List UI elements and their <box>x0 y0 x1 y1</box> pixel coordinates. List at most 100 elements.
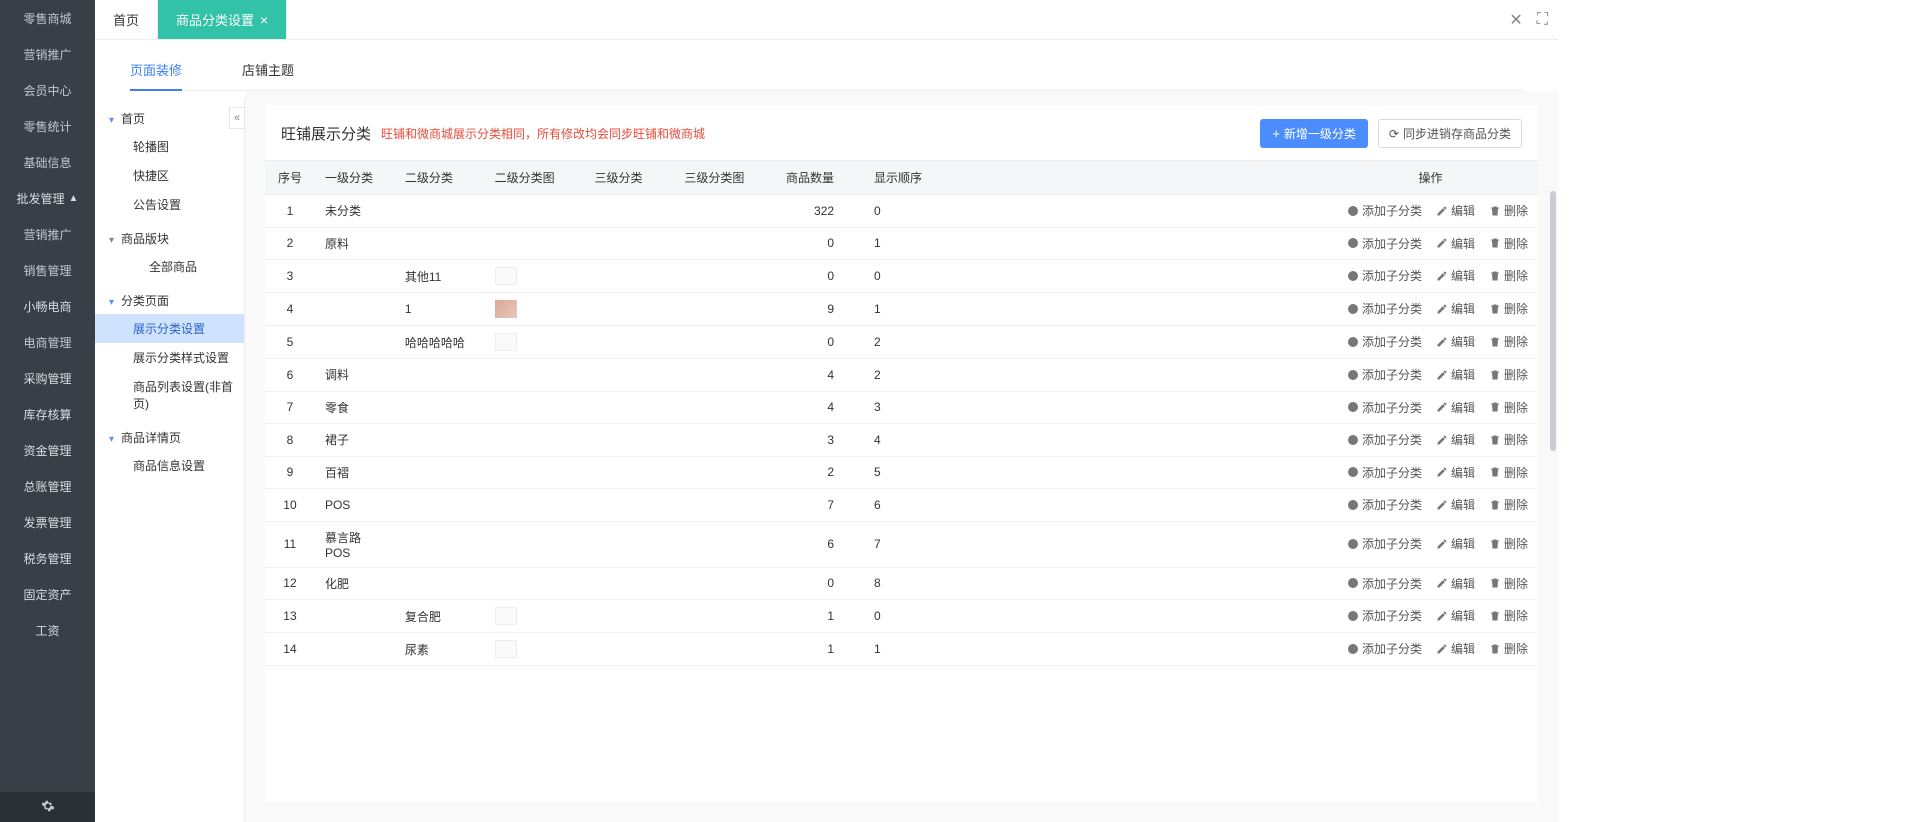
trash-icon <box>1489 538 1501 550</box>
sidebar-item[interactable]: 总账管理 <box>0 468 95 504</box>
plus-circle-icon <box>1347 466 1359 478</box>
table-row: 14尿素11添加子分类编辑删除 <box>265 633 1538 666</box>
add-subcategory-link[interactable]: 添加子分类 <box>1347 575 1422 592</box>
sidebar-item[interactable]: 采购管理 <box>0 360 95 396</box>
edit-link[interactable]: 编辑 <box>1436 607 1475 624</box>
add-category-button[interactable]: + 新增一级分类 <box>1260 119 1368 148</box>
table-row: 5哈哈哈哈哈02添加子分类编辑删除 <box>265 326 1538 359</box>
add-subcategory-link[interactable]: 添加子分类 <box>1347 640 1422 657</box>
vertical-scrollbar[interactable] <box>1550 191 1556 451</box>
delete-link[interactable]: 删除 <box>1489 535 1528 552</box>
sidebar-item[interactable]: 固定资产 <box>0 576 95 612</box>
sidebar-item[interactable]: 批发管理▲ <box>0 180 95 216</box>
sidebar-item[interactable]: 销售管理 <box>0 252 95 288</box>
cell-l2 <box>395 227 485 260</box>
add-subcategory-link[interactable]: 添加子分类 <box>1347 399 1422 416</box>
sidebar-item[interactable]: 电商管理 <box>0 324 95 360</box>
edit-icon <box>1436 577 1448 589</box>
edit-link[interactable]: 编辑 <box>1436 535 1475 552</box>
table-row: 8裙子34添加子分类编辑删除 <box>265 424 1538 457</box>
sync-categories-button[interactable]: ⟳ 同步进销存商品分类 <box>1378 119 1522 148</box>
edit-link[interactable]: 编辑 <box>1436 366 1475 383</box>
tree-item[interactable]: 商品列表设置(非首页) <box>95 372 244 418</box>
edit-link[interactable]: 编辑 <box>1436 202 1475 219</box>
sidebar-item[interactable]: 库存核算 <box>0 396 95 432</box>
settings-button[interactable] <box>0 792 95 822</box>
edit-link[interactable]: 编辑 <box>1436 399 1475 416</box>
tree-group-head[interactable]: ▾商品版块 <box>95 225 244 252</box>
sidebar-item[interactable]: 会员中心 <box>0 72 95 108</box>
tree-group-head[interactable]: ▾分类页面 <box>95 287 244 314</box>
sidebar-item[interactable]: 小畅电商 <box>0 288 95 324</box>
col-l2: 二级分类 <box>395 161 485 195</box>
edit-link[interactable]: 编辑 <box>1436 235 1475 252</box>
tree-item[interactable]: 全部商品 <box>95 252 244 281</box>
edit-link[interactable]: 编辑 <box>1436 575 1475 592</box>
delete-link[interactable]: 删除 <box>1489 431 1528 448</box>
delete-link[interactable]: 删除 <box>1489 496 1528 513</box>
add-subcategory-link[interactable]: 添加子分类 <box>1347 300 1422 317</box>
sidebar-item[interactable]: 基础信息 <box>0 144 95 180</box>
delete-link[interactable]: 删除 <box>1489 235 1528 252</box>
tree-item[interactable]: 轮播图 <box>95 132 244 161</box>
sidebar-item[interactable]: 营销推广 <box>0 36 95 72</box>
edit-link[interactable]: 编辑 <box>1436 431 1475 448</box>
add-subcategory-link[interactable]: 添加子分类 <box>1347 607 1422 624</box>
delete-link[interactable]: 删除 <box>1489 575 1528 592</box>
sidebar-item[interactable]: 工资 <box>0 612 95 648</box>
edit-link[interactable]: 编辑 <box>1436 300 1475 317</box>
delete-link[interactable]: 删除 <box>1489 300 1528 317</box>
tree-group-head[interactable]: ▾首页 <box>95 105 244 132</box>
tree-item[interactable]: 公告设置 <box>95 190 244 219</box>
cell-l1: 化肥 <box>315 567 395 600</box>
add-subcategory-link[interactable]: 添加子分类 <box>1347 535 1422 552</box>
add-subcategory-link[interactable]: 添加子分类 <box>1347 366 1422 383</box>
subtab[interactable]: 页面装修 <box>130 54 182 91</box>
cell-order: 7 <box>844 521 1323 567</box>
delete-link[interactable]: 删除 <box>1489 607 1528 624</box>
add-subcategory-link[interactable]: 添加子分类 <box>1347 267 1422 284</box>
collapse-panel-icon[interactable]: « <box>229 107 245 129</box>
tree-item[interactable]: 展示分类设置 <box>95 314 244 343</box>
tree-item[interactable]: 商品信息设置 <box>95 451 244 480</box>
sidebar-item[interactable]: 发票管理 <box>0 504 95 540</box>
col-l3img: 三级分类图 <box>674 161 774 195</box>
add-subcategory-link[interactable]: 添加子分类 <box>1347 496 1422 513</box>
sidebar-item[interactable]: 税务管理 <box>0 540 95 576</box>
tree-item[interactable]: 快捷区 <box>95 161 244 190</box>
window-tab[interactable]: 商品分类设置× <box>158 0 287 39</box>
add-category-label: 新增一级分类 <box>1284 125 1356 142</box>
fullscreen-icon[interactable]: ⛶ <box>1537 11 1548 29</box>
sidebar-item[interactable]: 零售统计 <box>0 108 95 144</box>
delete-link[interactable]: 删除 <box>1489 640 1528 657</box>
add-subcategory-link[interactable]: 添加子分类 <box>1347 202 1422 219</box>
close-tab-icon[interactable]: × <box>260 12 268 28</box>
add-subcategory-link[interactable]: 添加子分类 <box>1347 333 1422 350</box>
delete-link[interactable]: 删除 <box>1489 267 1528 284</box>
subtab[interactable]: 店铺主题 <box>242 54 294 90</box>
add-subcategory-link[interactable]: 添加子分类 <box>1347 464 1422 481</box>
cell-l3 <box>585 195 675 228</box>
delete-link[interactable]: 删除 <box>1489 333 1528 350</box>
delete-link[interactable]: 删除 <box>1489 202 1528 219</box>
add-subcategory-link[interactable]: 添加子分类 <box>1347 235 1422 252</box>
edit-link[interactable]: 编辑 <box>1436 496 1475 513</box>
tree-group-head[interactable]: ▾商品详情页 <box>95 424 244 451</box>
tree-item[interactable]: 展示分类样式设置 <box>95 343 244 372</box>
sidebar-item[interactable]: 营销推广 <box>0 216 95 252</box>
edit-link[interactable]: 编辑 <box>1436 267 1475 284</box>
cell-l2 <box>395 521 485 567</box>
sidebar-item[interactable]: 零售商城 <box>0 0 95 36</box>
edit-link[interactable]: 编辑 <box>1436 464 1475 481</box>
cell-l3 <box>585 227 675 260</box>
cell-l3 <box>585 359 675 392</box>
add-subcategory-link[interactable]: 添加子分类 <box>1347 431 1422 448</box>
delete-link[interactable]: 删除 <box>1489 366 1528 383</box>
close-all-tabs-icon[interactable]: ✕ <box>1509 10 1522 30</box>
window-tab[interactable]: 首页 <box>95 0 158 39</box>
edit-link[interactable]: 编辑 <box>1436 333 1475 350</box>
delete-link[interactable]: 删除 <box>1489 399 1528 416</box>
edit-link[interactable]: 编辑 <box>1436 640 1475 657</box>
sidebar-item[interactable]: 资金管理 <box>0 432 95 468</box>
delete-link[interactable]: 删除 <box>1489 464 1528 481</box>
